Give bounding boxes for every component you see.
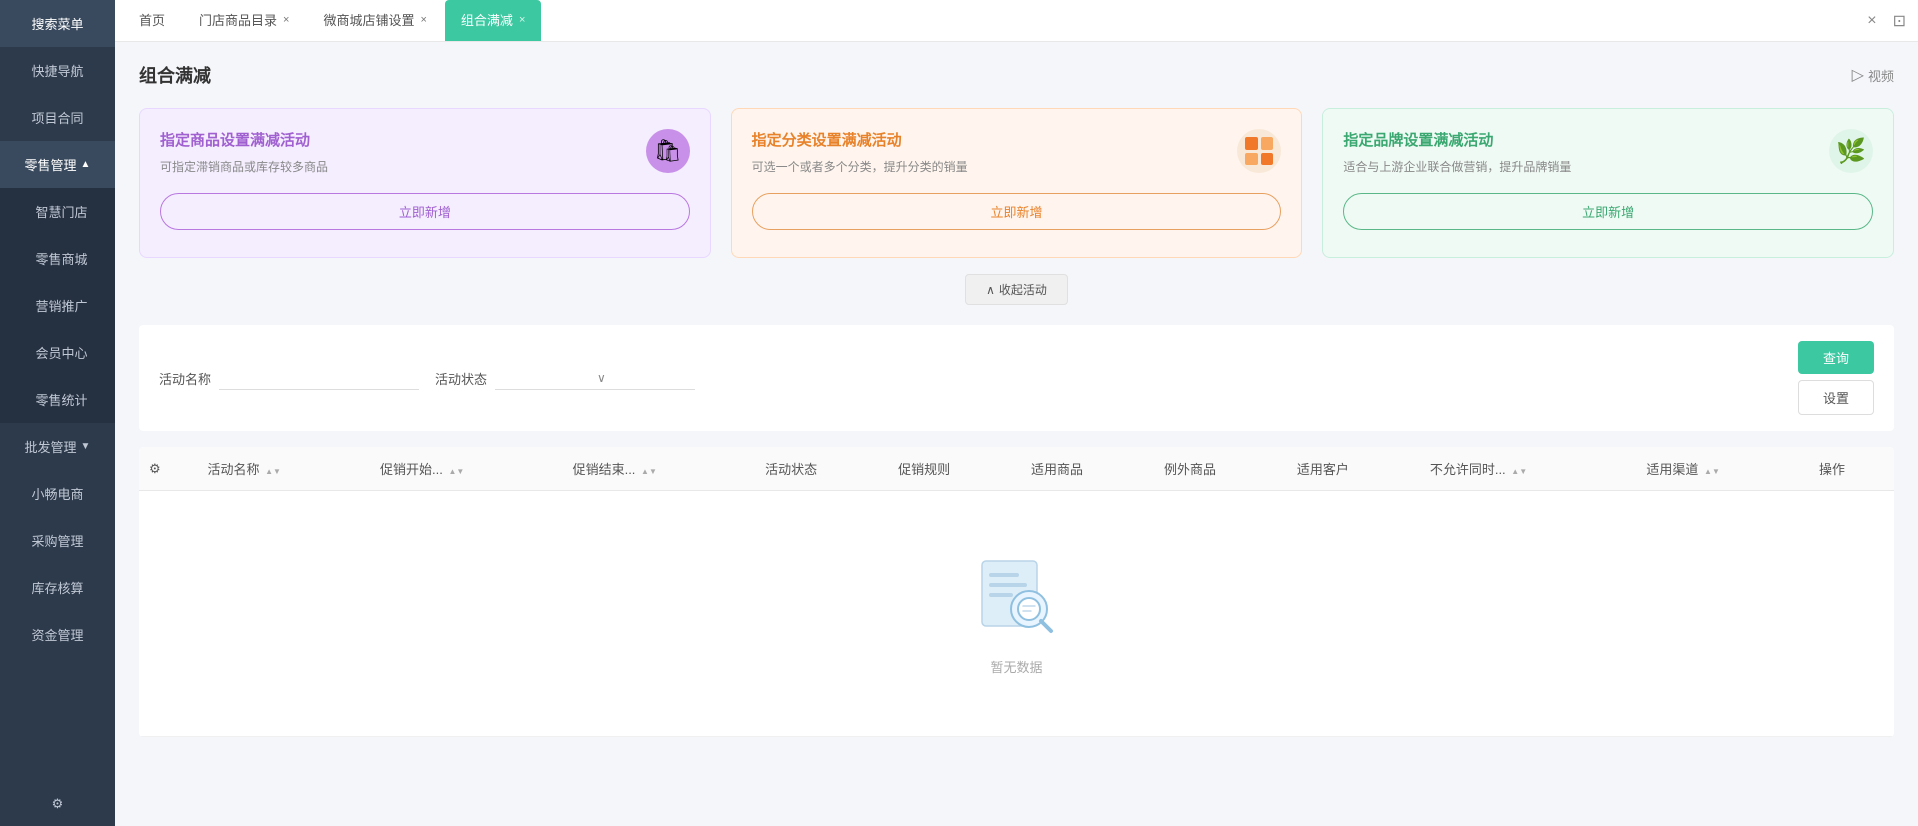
retail-mgmt-arrow-icon: ▲ bbox=[81, 159, 91, 170]
page-header: 组合满减 ▷ 视频 bbox=[139, 62, 1894, 88]
activity-status-label: 活动状态 bbox=[435, 369, 487, 388]
settings-btn[interactable]: 设置 bbox=[1798, 380, 1874, 415]
page-title: 组合满减 bbox=[139, 62, 211, 88]
promo-card-category-desc: 可选一个或者多个分类，提升分类的销量 bbox=[752, 158, 1282, 177]
col-no-concurrent[interactable]: 不允许同时... ▲▼ bbox=[1420, 447, 1637, 491]
tab-wechat-store[interactable]: 微商城店铺设置 × bbox=[307, 0, 442, 41]
activity-name-label: 活动名称 bbox=[159, 369, 211, 388]
promo-card-product-icon: 🛍 bbox=[646, 129, 690, 173]
window-controls: × ⊡ bbox=[1863, 7, 1910, 35]
main-area: 首页 门店商品目录 × 微商城店铺设置 × 组合满减 × × ⊡ 组合满减 ▷ … bbox=[115, 0, 1918, 826]
promo-card-brand-add-btn[interactable]: 立即新增 bbox=[1343, 193, 1873, 230]
col-settings[interactable]: ⚙ bbox=[139, 447, 197, 491]
query-btn[interactable]: 查询 bbox=[1798, 341, 1874, 374]
leaf-icon: 🌿 bbox=[1836, 137, 1866, 166]
sidebar: 搜索菜单 快捷导航 项目合同 零售管理 ▲ 智慧门店 零售商城 营销推广 会员中… bbox=[0, 0, 115, 826]
video-link[interactable]: ▷ 视频 bbox=[1852, 65, 1894, 85]
activity-name-field: 活动名称 bbox=[159, 366, 419, 390]
tab-store-catalog[interactable]: 门店商品目录 × bbox=[183, 0, 305, 41]
col-promo-end[interactable]: 促销结束... ▲▼ bbox=[563, 447, 756, 491]
sidebar-item-inventory[interactable]: 库存核算 bbox=[0, 564, 115, 611]
promo-card-by-product: 🛍 指定商品设置满减活动 可指定滞销商品或库存较多商品 立即新增 bbox=[139, 108, 711, 258]
promo-card-brand-icon: 🌿 bbox=[1829, 129, 1873, 173]
collapse-activity-btn[interactable]: ∧ 收起活动 bbox=[965, 274, 1068, 305]
tab-store-catalog-close[interactable]: × bbox=[283, 14, 289, 26]
tab-combo-discount-close[interactable]: × bbox=[519, 14, 525, 26]
sidebar-item-retail-mgmt[interactable]: 零售管理 ▲ bbox=[0, 141, 115, 188]
data-table-container: ⚙ 活动名称 ▲▼ 促销开始... ▲▼ 促销结束... ▲▼ bbox=[139, 447, 1894, 737]
sidebar-item-purchase-mgmt[interactable]: 采购管理 bbox=[0, 517, 115, 564]
sort-icon-channel: ▲▼ bbox=[1704, 468, 1720, 476]
promo-card-product-desc: 可指定滞销商品或库存较多商品 bbox=[160, 158, 690, 177]
search-bar: 活动名称 活动状态 ∨ 查询 设置 bbox=[139, 325, 1894, 431]
sidebar-item-retail-stats[interactable]: 零售统计 bbox=[0, 376, 115, 423]
tab-combo-discount[interactable]: 组合满减 × bbox=[445, 0, 541, 41]
promo-card-category-add-btn[interactable]: 立即新增 bbox=[752, 193, 1282, 230]
table-body: 暂无数据 bbox=[139, 491, 1894, 737]
sidebar-item-retail-mall[interactable]: 零售商城 bbox=[0, 235, 115, 282]
search-actions: 查询 设置 bbox=[1798, 341, 1874, 415]
window-maximize-btn[interactable]: ⊡ bbox=[1889, 7, 1910, 35]
empty-state: 暂无数据 bbox=[139, 491, 1894, 736]
col-applicable-goods: 适用商品 bbox=[1021, 447, 1154, 491]
window-close-btn[interactable]: × bbox=[1863, 8, 1880, 34]
col-applicable-channel[interactable]: 适用渠道 ▲▼ bbox=[1636, 447, 1809, 491]
grid-icon bbox=[1245, 137, 1273, 165]
bag-icon: 🛍 bbox=[654, 138, 682, 164]
promo-cards: 🛍 指定商品设置满减活动 可指定滞销商品或库存较多商品 立即新增 指定分类设置满… bbox=[139, 108, 1894, 258]
empty-icon bbox=[967, 551, 1067, 641]
promo-card-brand-desc: 适合与上游企业联合做营销，提升品牌销量 bbox=[1343, 158, 1873, 177]
collapse-icon: ∧ bbox=[986, 283, 995, 297]
gear-icon: ⚙ bbox=[52, 796, 64, 811]
chevron-down-icon: ∨ bbox=[597, 371, 687, 385]
promo-card-product-title: 指定商品设置满减活动 bbox=[160, 129, 690, 150]
settings-icon: ⚙ bbox=[149, 461, 161, 476]
col-operations: 操作 bbox=[1809, 447, 1894, 491]
sidebar-item-project-contract[interactable]: 项目合同 bbox=[0, 94, 115, 141]
sidebar-item-finance[interactable]: 资金管理 bbox=[0, 611, 115, 658]
page-content: 组合满减 ▷ 视频 🛍 指定商品设置满减活动 可指定滞销商品或库存较多商品 立即… bbox=[115, 42, 1918, 826]
sort-icon-start: ▲▼ bbox=[448, 468, 464, 476]
sidebar-item-xiaochang[interactable]: 小畅电商 bbox=[0, 470, 115, 517]
tab-home[interactable]: 首页 bbox=[123, 0, 181, 41]
sidebar-item-smart-store[interactable]: 智慧门店 bbox=[0, 188, 115, 235]
sidebar-item-member-center[interactable]: 会员中心 bbox=[0, 329, 115, 376]
col-activity-status: 活动状态 bbox=[755, 447, 888, 491]
sort-icon-concurrent: ▲▼ bbox=[1511, 468, 1527, 476]
sidebar-item-wholesale-mgmt[interactable]: 批发管理 ▼ bbox=[0, 423, 115, 470]
promo-card-product-add-btn[interactable]: 立即新增 bbox=[160, 193, 690, 230]
empty-text: 暂无数据 bbox=[990, 657, 1042, 676]
sidebar-item-marketing[interactable]: 营销推广 bbox=[0, 282, 115, 329]
activity-name-input[interactable] bbox=[219, 366, 419, 390]
tab-bar: 首页 门店商品目录 × 微商城店铺设置 × 组合满减 × × ⊡ bbox=[115, 0, 1918, 42]
table-header: ⚙ 活动名称 ▲▼ 促销开始... ▲▼ 促销结束... ▲▼ bbox=[139, 447, 1894, 491]
sort-icon: ▲▼ bbox=[265, 468, 281, 476]
promo-card-by-brand: 🌿 指定品牌设置满减活动 适合与上游企业联合做营销，提升品牌销量 立即新增 bbox=[1322, 108, 1894, 258]
activity-status-field: 活动状态 ∨ bbox=[435, 367, 695, 390]
activity-status-select[interactable]: ∨ bbox=[495, 367, 695, 390]
col-activity-name[interactable]: 活动名称 ▲▼ bbox=[197, 447, 370, 491]
promo-card-brand-title: 指定品牌设置满减活动 bbox=[1343, 129, 1873, 150]
play-circle-icon: ▷ bbox=[1852, 65, 1864, 85]
col-excluded-goods: 例外商品 bbox=[1154, 447, 1287, 491]
sidebar-item-search-menu[interactable]: 搜索菜单 bbox=[0, 0, 115, 47]
sidebar-settings-btn[interactable]: ⚙ bbox=[0, 782, 115, 826]
data-table: ⚙ 活动名称 ▲▼ 促销开始... ▲▼ 促销结束... ▲▼ bbox=[139, 447, 1894, 737]
col-applicable-customers: 适用客户 bbox=[1287, 447, 1420, 491]
col-promo-start[interactable]: 促销开始... ▲▼ bbox=[370, 447, 563, 491]
wholesale-mgmt-arrow-icon: ▼ bbox=[81, 441, 91, 452]
promo-card-category-title: 指定分类设置满减活动 bbox=[752, 129, 1282, 150]
collapse-bar: ∧ 收起活动 bbox=[139, 274, 1894, 305]
sidebar-item-quick-nav[interactable]: 快捷导航 bbox=[0, 47, 115, 94]
promo-card-by-category: 指定分类设置满减活动 可选一个或者多个分类，提升分类的销量 立即新增 bbox=[731, 108, 1303, 258]
tab-wechat-store-close[interactable]: × bbox=[420, 14, 426, 26]
sort-icon-end: ▲▼ bbox=[641, 468, 657, 476]
col-promo-rules: 促销规则 bbox=[888, 447, 1021, 491]
